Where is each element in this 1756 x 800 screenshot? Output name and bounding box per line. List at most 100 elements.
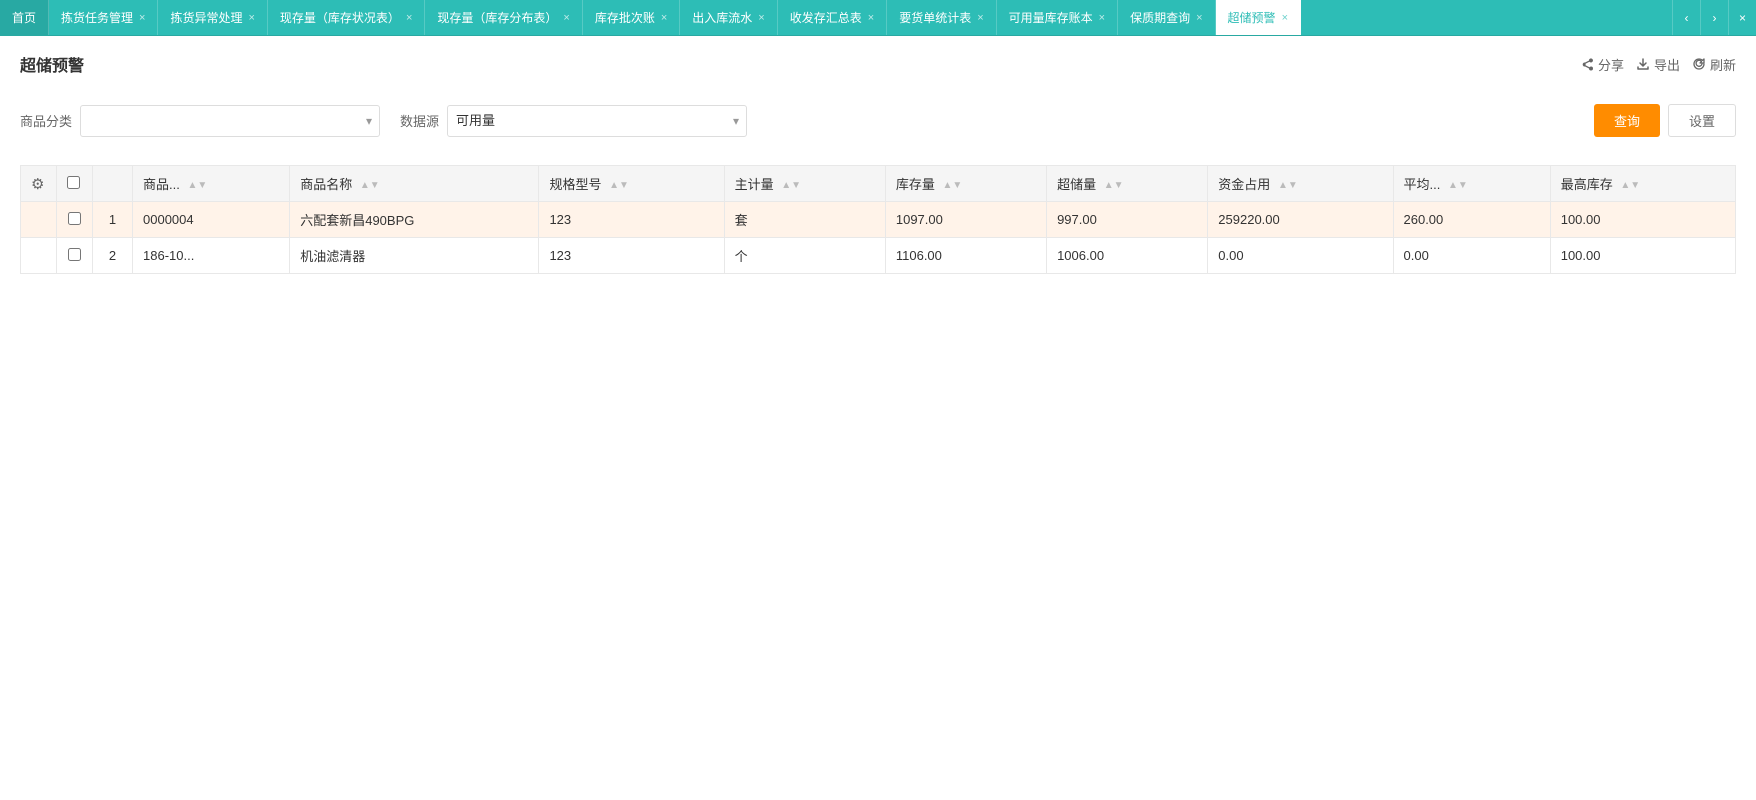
close-icon-quality-check[interactable]: × — [1196, 12, 1202, 24]
th-capital-label: 资金占用 — [1218, 177, 1270, 192]
datasource-select[interactable]: 可用量 库存量 — [447, 105, 747, 137]
nav-label-abnormal: 拣货异常处理 — [170, 9, 242, 26]
th-avg-label: 平均... — [1404, 177, 1441, 192]
th-spec[interactable]: 规格型号 ▲▼ — [539, 166, 724, 202]
th-max-stock-label: 最高库存 — [1561, 177, 1613, 192]
nav-item-abnormal[interactable]: 拣货异常处理 × — [158, 0, 267, 35]
category-select[interactable] — [80, 105, 380, 137]
export-label: 导出 — [1654, 55, 1680, 74]
nav-label-quality-check: 保质期查询 — [1130, 9, 1190, 26]
close-icon-available-account[interactable]: × — [1099, 12, 1105, 24]
nav-label-in-out-flow: 出入库流水 — [692, 9, 752, 26]
nav-label-available-account: 可用量库存账本 — [1009, 9, 1093, 26]
th-overstock[interactable]: 超储量 ▲▼ — [1047, 166, 1208, 202]
close-icon-abnormal[interactable]: × — [248, 12, 254, 24]
filter-bar: 商品分类 ▾ 数据源 可用量 库存量 ▾ 查询 设置 — [20, 92, 1736, 149]
cell-overstock: 997.00 — [1047, 202, 1208, 238]
cell-spec: 123 — [539, 202, 724, 238]
cell-settings — [21, 238, 57, 274]
nav-item-available-account[interactable]: 可用量库存账本 × — [997, 0, 1118, 35]
th-settings[interactable]: ⚙ — [21, 166, 57, 202]
nav-item-demand-stats[interactable]: 要货单统计表 × — [887, 0, 996, 35]
sort-icon-spec: ▲▼ — [609, 181, 629, 191]
cell-inventory: 1106.00 — [885, 238, 1046, 274]
nav-label-batch-account: 库存批次账 — [595, 9, 655, 26]
th-checkbox — [57, 166, 93, 202]
refresh-icon — [1692, 57, 1706, 71]
close-icon-in-out-flow[interactable]: × — [758, 12, 764, 24]
close-icon-demand-stats[interactable]: × — [977, 12, 983, 24]
data-table: ⚙ 商品... ▲▼ 商品名称 ▲▼ 规格型号 ▲▼ — [20, 165, 1736, 274]
cell-unit: 套 — [724, 202, 885, 238]
table-row: 1 0000004 六配套新昌490BPG 123 套 1097.00 997.… — [21, 202, 1736, 238]
cell-avg: 0.00 — [1393, 238, 1550, 274]
row-checkbox-1[interactable] — [68, 248, 81, 261]
th-unit[interactable]: 主计量 ▲▼ — [724, 166, 885, 202]
th-goods-code-label: 商品... — [143, 177, 180, 192]
settings-button[interactable]: 设置 — [1668, 104, 1736, 137]
nav-label-task-mgmt: 拣货任务管理 — [61, 9, 133, 26]
export-button[interactable]: 导出 — [1636, 55, 1680, 74]
row-checkbox-0[interactable] — [68, 212, 81, 225]
nav-prev-button[interactable]: ‹ — [1672, 0, 1700, 36]
th-row-num — [93, 166, 133, 202]
sort-icon-capital: ▲▼ — [1278, 181, 1298, 191]
table-row: 2 186-10... 机油滤清器 123 个 1106.00 1006.00 … — [21, 238, 1736, 274]
share-label: 分享 — [1598, 55, 1624, 74]
close-icon-overstock-warning[interactable]: × — [1282, 12, 1288, 24]
cell-avg: 260.00 — [1393, 202, 1550, 238]
th-goods-code[interactable]: 商品... ▲▼ — [133, 166, 290, 202]
cell-row-num: 1 — [93, 202, 133, 238]
nav-item-task-mgmt[interactable]: 拣货任务管理 × — [49, 0, 158, 35]
nav-item-in-out-flow[interactable]: 出入库流水 × — [680, 0, 777, 35]
nav-item-overstock-warning[interactable]: 超储预警 × — [1216, 0, 1301, 35]
page-title: 超储预警 — [20, 52, 84, 76]
page-header: 超储预警 分享 导出 刷新 — [20, 52, 1736, 76]
nav-label-overstock-warning: 超储预警 — [1228, 9, 1276, 26]
nav-close-all-button[interactable]: × — [1728, 0, 1756, 36]
cell-settings — [21, 202, 57, 238]
nav-label-collect-summary: 收发存汇总表 — [790, 9, 862, 26]
close-icon-inventory-status[interactable]: × — [406, 12, 412, 24]
nav-item-inventory-status[interactable]: 现存量（库存状况表） × — [268, 0, 425, 35]
nav-item-inventory-dist[interactable]: 现存量（库存分布表） × — [425, 0, 582, 35]
category-label: 商品分类 — [20, 111, 72, 130]
close-icon-task-mgmt[interactable]: × — [139, 12, 145, 24]
sort-icon-overstock: ▲▼ — [1104, 181, 1124, 191]
cell-checkbox — [57, 202, 93, 238]
nav-label-inventory-status: 现存量（库存状况表） — [280, 9, 400, 26]
cell-inventory: 1097.00 — [885, 202, 1046, 238]
settings-gear-icon[interactable]: ⚙ — [31, 176, 44, 193]
close-icon-inventory-dist[interactable]: × — [563, 12, 569, 24]
nav-label-demand-stats: 要货单统计表 — [899, 9, 971, 26]
sort-icon-goods-code: ▲▼ — [187, 181, 207, 191]
refresh-button[interactable]: 刷新 — [1692, 55, 1736, 74]
th-spec-label: 规格型号 — [549, 177, 601, 192]
th-goods-name-label: 商品名称 — [300, 177, 352, 192]
th-avg[interactable]: 平均... ▲▼ — [1393, 166, 1550, 202]
table-header-row: ⚙ 商品... ▲▼ 商品名称 ▲▼ 规格型号 ▲▼ — [21, 166, 1736, 202]
cell-max-stock: 100.00 — [1550, 202, 1735, 238]
nav-item-batch-account[interactable]: 库存批次账 × — [583, 0, 680, 35]
nav-arrows: ‹ › × — [1672, 0, 1756, 36]
nav-item-collect-summary[interactable]: 收发存汇总表 × — [778, 0, 887, 35]
datasource-label: 数据源 — [400, 111, 439, 130]
th-capital[interactable]: 资金占用 ▲▼ — [1208, 166, 1393, 202]
th-max-stock[interactable]: 最高库存 ▲▼ — [1550, 166, 1735, 202]
sort-icon-avg: ▲▼ — [1448, 181, 1468, 191]
query-button[interactable]: 查询 — [1594, 104, 1660, 137]
nav-item-home[interactable]: 首页 — [0, 0, 49, 35]
nav-item-quality-check[interactable]: 保质期查询 × — [1118, 0, 1215, 35]
th-inventory[interactable]: 库存量 ▲▼ — [885, 166, 1046, 202]
select-all-checkbox[interactable] — [67, 176, 80, 189]
th-unit-label: 主计量 — [735, 177, 774, 192]
share-button[interactable]: 分享 — [1580, 55, 1624, 74]
header-actions: 分享 导出 刷新 — [1580, 55, 1736, 74]
close-icon-collect-summary[interactable]: × — [868, 12, 874, 24]
nav-next-button[interactable]: › — [1700, 0, 1728, 36]
sort-icon-unit: ▲▼ — [781, 181, 801, 191]
cell-goods-name: 机油滤清器 — [290, 238, 539, 274]
th-goods-name[interactable]: 商品名称 ▲▼ — [290, 166, 539, 202]
close-icon-batch-account[interactable]: × — [661, 12, 667, 24]
cell-capital: 0.00 — [1208, 238, 1393, 274]
